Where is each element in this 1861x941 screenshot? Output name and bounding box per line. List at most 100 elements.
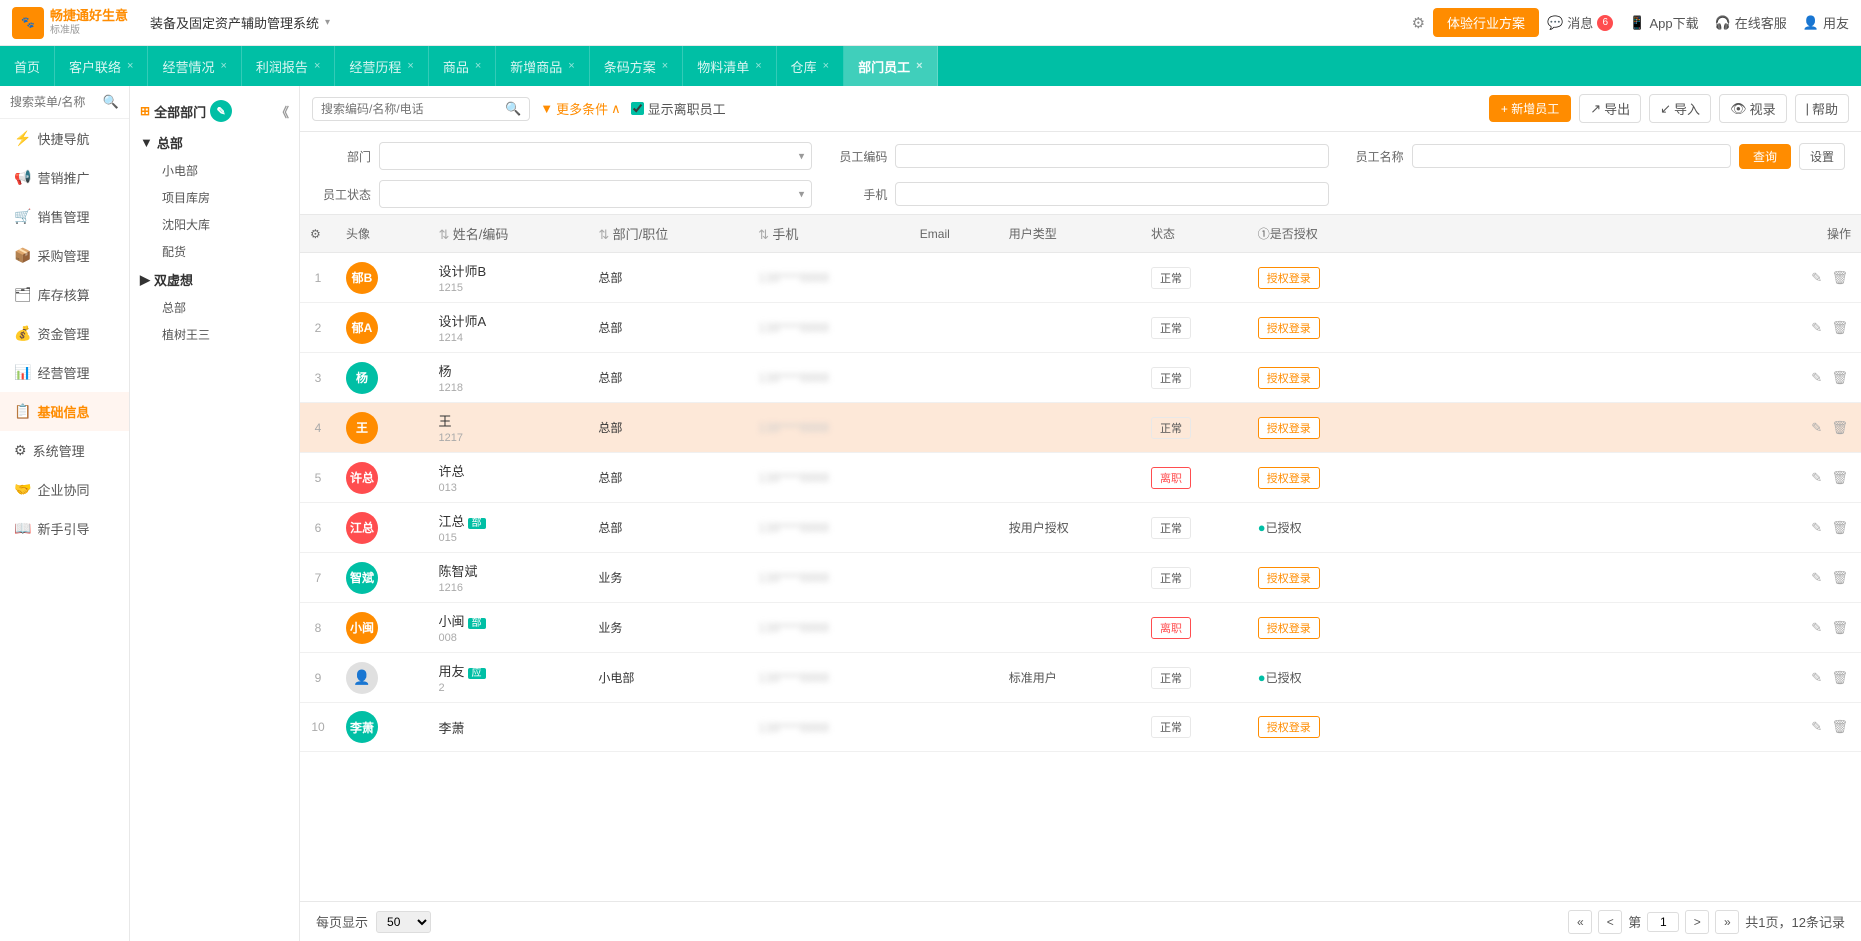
sort-icon[interactable]: ⇅ [598, 227, 609, 242]
tab-profit[interactable]: 利润报告× [242, 46, 335, 86]
view-button[interactable]: 👁 视录 [1719, 94, 1787, 123]
delete-icon[interactable]: 🗑 [1831, 270, 1848, 285]
auth-login-button[interactable]: 授权登录 [1258, 367, 1320, 389]
delete-icon[interactable]: 🗑 [1831, 420, 1848, 435]
delete-icon[interactable]: 🗑 [1831, 370, 1848, 385]
prev-page-btn[interactable]: < [1598, 910, 1622, 934]
sidebar-item-operations[interactable]: 📊 经营管理 [0, 353, 129, 392]
help-button[interactable]: | 帮助 [1795, 94, 1849, 123]
dept-tree-parent-general[interactable]: ▼ 总部 [130, 128, 299, 157]
auth-login-button[interactable]: 授权登录 [1258, 267, 1320, 289]
auth-login-button[interactable]: 授权登录 [1258, 317, 1320, 339]
online-service-btn[interactable]: 🎧 在线客服 [1715, 13, 1787, 32]
close-icon[interactable]: × [823, 60, 829, 72]
tab-journey[interactable]: 经营历程× [335, 46, 428, 86]
delete-icon[interactable]: 🗑 [1831, 470, 1848, 485]
tab-new-product[interactable]: 新增商品× [496, 46, 589, 86]
sidebar-search-input[interactable] [10, 95, 99, 109]
user-btn[interactable]: 👤 用友 [1803, 13, 1849, 32]
dept-tree-item-project-room[interactable]: 项目库房 [130, 184, 299, 211]
dept-tree-item-shenyang[interactable]: 沈阳大库 [130, 211, 299, 238]
sidebar-item-finance[interactable]: 💰 资金管理 [0, 314, 129, 353]
edit-icon[interactable]: ✎ [1811, 670, 1822, 685]
sort-icon[interactable]: ⇅ [758, 227, 769, 242]
trial-button[interactable]: 体验行业方案 [1433, 8, 1539, 37]
dept-tree-item-distribution[interactable]: 配货 [130, 238, 299, 265]
edit-icon[interactable]: ✎ [1811, 370, 1822, 385]
status-select[interactable] [379, 180, 812, 208]
close-icon[interactable]: × [407, 60, 413, 72]
next-page-btn[interactable]: > [1685, 910, 1709, 934]
auth-login-button[interactable]: 授权登录 [1258, 617, 1320, 639]
app-download-btn[interactable]: 📱 App下载 [1629, 13, 1698, 32]
tab-customer[interactable]: 客户联络× [55, 46, 148, 86]
sidebar-item-system[interactable]: ⚙ 系统管理 [0, 431, 129, 470]
tab-operations[interactable]: 经营情况× [148, 46, 241, 86]
sidebar-item-quick-nav[interactable]: ⚡ 快捷导航 [0, 119, 129, 158]
tab-warehouse[interactable]: 仓库× [777, 46, 844, 86]
close-icon[interactable]: × [755, 60, 761, 72]
export-button[interactable]: ↗ 导出 [1579, 94, 1641, 123]
add-employee-button[interactable]: + 新增员工 [1489, 95, 1571, 122]
tab-bom[interactable]: 物料清单× [683, 46, 776, 86]
collapse-icon[interactable]: 《 [276, 102, 289, 121]
phone-input[interactable] [895, 182, 1328, 206]
edit-icon[interactable]: ✎ [1811, 570, 1822, 585]
show-resigned-checkbox[interactable]: 显示离职员工 [631, 99, 726, 118]
more-conditions-btn[interactable]: ▼ 更多条件 ∧ [540, 99, 620, 118]
tab-product[interactable]: 商品× [429, 46, 496, 86]
query-button[interactable]: 查询 [1739, 144, 1791, 169]
delete-icon[interactable]: 🗑 [1831, 570, 1848, 585]
edit-icon[interactable]: ✎ [1811, 719, 1822, 734]
close-icon[interactable]: × [568, 60, 574, 72]
sidebar-item-marketing[interactable]: 📢 营销推广 [0, 158, 129, 197]
delete-icon[interactable]: 🗑 [1831, 320, 1848, 335]
auth-login-button[interactable]: 授权登录 [1258, 467, 1320, 489]
delete-icon[interactable]: 🗑 [1831, 670, 1848, 685]
auth-login-button[interactable]: 授权登录 [1258, 716, 1320, 738]
close-icon[interactable]: × [127, 60, 133, 72]
auth-login-button[interactable]: 授权登录 [1258, 567, 1320, 589]
edit-icon[interactable]: ✎ [1811, 320, 1822, 335]
sidebar-item-guide[interactable]: 📖 新手引导 [0, 509, 129, 548]
first-page-btn[interactable]: « [1568, 910, 1592, 934]
message-btn[interactable]: 💬 消息 6 [1547, 13, 1613, 32]
page-input[interactable] [1647, 912, 1679, 932]
delete-icon[interactable]: 🗑 [1831, 520, 1848, 535]
dept-tree-item-general[interactable]: 总部 [130, 294, 299, 321]
chevron-down-icon[interactable]: ▾ [325, 17, 330, 28]
edit-icon[interactable]: ✎ [1811, 620, 1822, 635]
sidebar-item-basic[interactable]: 📋 基础信息 [0, 392, 129, 431]
close-icon[interactable]: × [314, 60, 320, 72]
search-input[interactable] [321, 102, 501, 116]
employee-code-input[interactable] [895, 144, 1328, 168]
dept-select[interactable] [379, 142, 812, 170]
sidebar-item-sales[interactable]: 🛒 销售管理 [0, 197, 129, 236]
sidebar-item-inventory[interactable]: 🗂 库存核算 [0, 275, 129, 314]
delete-icon[interactable]: 🗑 [1831, 620, 1848, 635]
col-settings[interactable]: ⚙ [300, 215, 336, 253]
close-icon[interactable]: × [916, 60, 922, 72]
employee-name-input[interactable] [1412, 144, 1731, 168]
sidebar-item-purchase[interactable]: 📦 采购管理 [0, 236, 129, 275]
tab-barcode[interactable]: 条码方案× [590, 46, 683, 86]
edit-icon[interactable]: ✎ [1811, 470, 1822, 485]
dept-edit-button[interactable]: ✎ [210, 100, 232, 122]
last-page-btn[interactable]: » [1715, 910, 1739, 934]
dept-tree-parent-double[interactable]: ▶ 双虚想 [130, 265, 299, 294]
delete-icon[interactable]: 🗑 [1831, 719, 1848, 734]
gear-icon[interactable]: ⚙ [1412, 14, 1425, 32]
sidebar-item-enterprise[interactable]: 🤝 企业协同 [0, 470, 129, 509]
close-icon[interactable]: × [475, 60, 481, 72]
auth-login-button[interactable]: 授权登录 [1258, 417, 1320, 439]
dept-tree-item-small-elec[interactable]: 小电部 [130, 157, 299, 184]
dept-tree-item-plant-king[interactable]: 植树王三 [130, 321, 299, 348]
edit-icon[interactable]: ✎ [1811, 270, 1822, 285]
edit-icon[interactable]: ✎ [1811, 420, 1822, 435]
close-icon[interactable]: × [662, 60, 668, 72]
tab-dept-staff[interactable]: 部门员工× [844, 46, 937, 86]
set-button[interactable]: 设置 [1799, 143, 1845, 170]
import-button[interactable]: ↙ 导入 [1649, 94, 1711, 123]
close-icon[interactable]: × [220, 60, 226, 72]
tab-home[interactable]: 首页 [0, 46, 55, 86]
